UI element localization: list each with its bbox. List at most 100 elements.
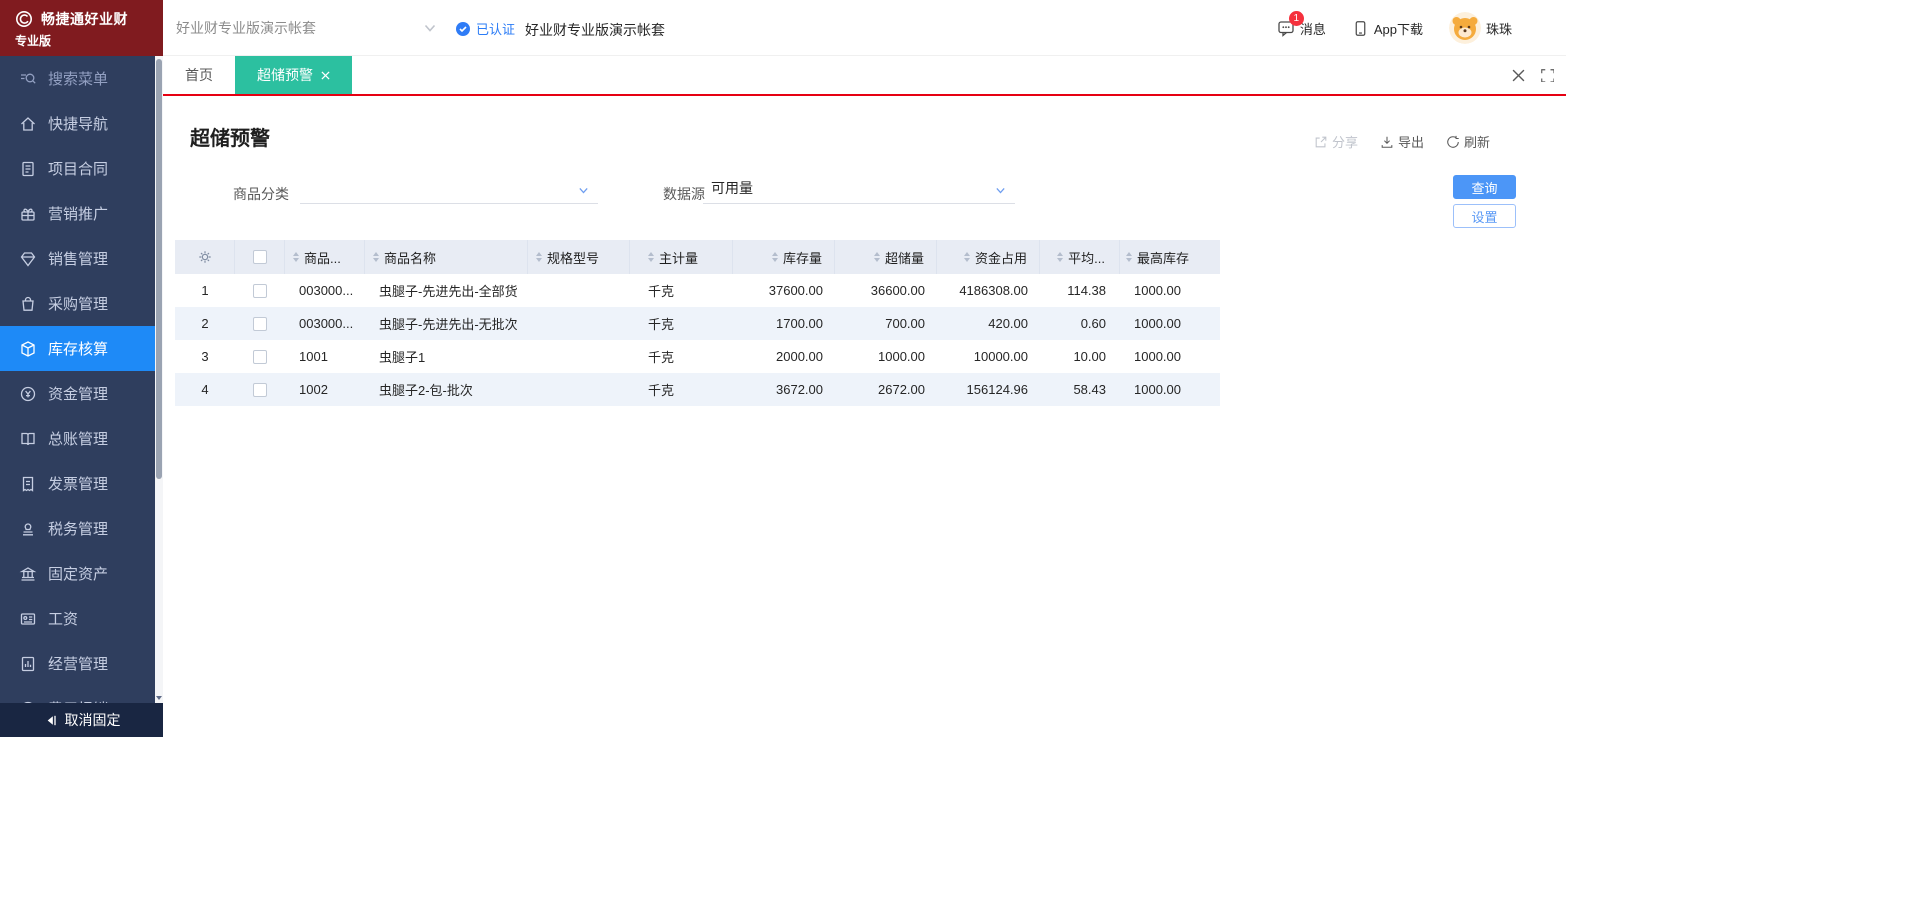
row-checkbox[interactable] [253, 349, 267, 364]
tab-home[interactable]: 首页 [163, 56, 235, 94]
cell-product-code: 003000... [299, 283, 354, 298]
cell-overstock-qty: 1000.00 [878, 349, 925, 364]
sort-icon[interactable] [648, 252, 654, 262]
sort-icon[interactable] [293, 252, 299, 262]
header-stock-qty[interactable]: 库存量 [733, 240, 835, 274]
tab-overstock-warning[interactable]: 超储预警 [235, 56, 352, 94]
message-icon: 1 [1277, 11, 1304, 37]
sidebar-item-inventory[interactable]: 库存核算 [0, 326, 163, 371]
cell-main-unit: 千克 [648, 383, 675, 398]
row-checkbox[interactable] [253, 382, 267, 397]
refresh-icon [1446, 135, 1460, 149]
phone-icon [1352, 20, 1369, 37]
header-average[interactable]: 平均... [1040, 240, 1120, 274]
export-label: 导出 [1397, 135, 1424, 150]
sort-icon[interactable] [536, 252, 542, 262]
category-select[interactable] [300, 162, 598, 204]
fullscreen-icon[interactable] [1540, 68, 1554, 82]
sort-icon[interactable] [873, 252, 880, 262]
cell-average: 0.60 [1080, 316, 1106, 331]
cell-funds-occupied: 10000.00 [973, 349, 1028, 364]
header-product-name[interactable]: 商品名称 [365, 240, 528, 274]
sidebar-item-quick-nav[interactable]: 快捷导航 [0, 101, 163, 146]
username: 珠珠 [1485, 21, 1512, 37]
header-spec-model[interactable]: 规格型号 [528, 240, 630, 274]
table-row[interactable]: 1 003000... 虫腿子-先进先出-全部货 千克 37600.00 366… [175, 274, 1220, 307]
cell-spec-model [528, 373, 630, 406]
sort-icon[interactable] [1126, 252, 1132, 262]
messages-button[interactable]: 1 消息 [1277, 11, 1326, 38]
sidebar-item-purchase[interactable]: 采购管理 [0, 281, 163, 326]
header-label: 资金占用 [974, 250, 1027, 266]
scrollbar-thumb[interactable] [156, 59, 162, 479]
coin-icon [19, 385, 37, 403]
cell-funds-occupied: 156124.96 [966, 382, 1028, 397]
settings-button[interactable]: 设置 [1453, 204, 1516, 228]
sort-icon[interactable] [1057, 252, 1064, 262]
cell-product-name: 虫腿子-先进先出-无批次 [379, 317, 518, 332]
cell-product-code: 1001 [299, 349, 328, 364]
sort-icon[interactable] [963, 252, 970, 262]
sidebar-item-fixed-assets[interactable]: 固定资产 [0, 551, 163, 596]
account-set-select[interactable]: 好业财专业版演示帐套 [176, 14, 438, 42]
app-download-button[interactable]: App下载 [1352, 19, 1423, 38]
header-funds-occupied[interactable]: 资金占用 [937, 240, 1040, 274]
tab-bar: 首页 超储预警 [163, 56, 1566, 94]
refresh-button[interactable]: 刷新 [1446, 132, 1490, 151]
datasource-select[interactable]: 可用量 [703, 162, 1015, 204]
cell-product-name: 虫腿子-先进先出-全部货 [379, 284, 518, 299]
sidebar-scrollbar[interactable] [155, 56, 163, 703]
header-overstock-qty[interactable]: 超储量 [835, 240, 937, 274]
table-row[interactable]: 3 1001 虫腿子1 千克 2000.00 1000.00 10000.00 … [175, 340, 1220, 373]
row-checkbox[interactable] [253, 283, 267, 298]
cell-main-unit: 千克 [648, 317, 675, 332]
cell-stock-qty: 2000.00 [776, 349, 823, 364]
sidebar-item-label: 搜索菜单 [48, 71, 109, 88]
sidebar-item-invoice[interactable]: 发票管理 [0, 461, 163, 506]
sidebar-item-reimburse[interactable]: 费用报销 [0, 686, 163, 703]
sidebar-item-label: 经营管理 [48, 656, 109, 673]
sort-icon[interactable] [771, 252, 778, 262]
close-icon[interactable] [1512, 69, 1525, 82]
cell-max-stock: 1000.00 [1134, 316, 1181, 331]
unpin-button[interactable]: 取消固定 [0, 703, 163, 737]
user-menu[interactable]: 珠珠 [1448, 12, 1512, 44]
row-checkbox[interactable] [253, 316, 267, 331]
sidebar-item-label: 库存核算 [48, 341, 109, 358]
cell-spec-model [528, 307, 630, 340]
unpin-label: 取消固定 [64, 712, 121, 728]
cell-max-stock: 1000.00 [1134, 382, 1181, 397]
table-row[interactable]: 4 1002 虫腿子2-包-批次 千克 3672.00 2672.00 1561… [175, 373, 1220, 406]
sidebar-item-ledger[interactable]: 总账管理 [0, 416, 163, 461]
sort-icon[interactable] [373, 252, 379, 262]
certified-badge: 已认证 [455, 19, 515, 38]
cell-product-code: 1002 [299, 382, 328, 397]
sidebar-item-tax[interactable]: 税务管理 [0, 506, 163, 551]
sidebar-item-payroll[interactable]: 工资 [0, 596, 163, 641]
cell-average: 58.43 [1073, 382, 1106, 397]
header-label: 规格型号 [547, 250, 600, 266]
header-max-stock[interactable]: 最高库存 [1120, 240, 1220, 274]
topbar-actions: 1 消息 App下载 珠珠 [1277, 0, 1512, 56]
header-product-code[interactable]: 商品... [285, 240, 365, 274]
query-button[interactable]: 查询 [1453, 175, 1516, 199]
share-button[interactable]: 分享 [1314, 132, 1358, 151]
select-all-checkbox[interactable] [252, 250, 267, 264]
tab-close-icon[interactable] [321, 70, 330, 80]
sidebar-item-project-contract[interactable]: 项目合同 [0, 146, 163, 191]
select-all-cell [235, 240, 285, 274]
sidebar-item-funds[interactable]: 资金管理 [0, 371, 163, 416]
row-number: 3 [201, 349, 209, 364]
table-header-row: 商品... 商品名称 规格型号 主计量 库存量 超储量 资金占用 平均... 最… [175, 240, 1220, 274]
sidebar-item-search-menu[interactable]: 搜索菜单 [0, 56, 163, 101]
table-row[interactable]: 2 003000... 虫腿子-先进先出-无批次 千克 1700.00 700.… [175, 307, 1220, 340]
header-main-unit[interactable]: 主计量 [630, 240, 733, 274]
gear-icon[interactable] [197, 249, 213, 265]
sidebar-item-marketing[interactable]: 营销推广 [0, 191, 163, 236]
sidebar-item-sales[interactable]: 销售管理 [0, 236, 163, 281]
category-filter-label: 商品分类 [233, 186, 289, 202]
app-download-label: App下载 [1373, 21, 1423, 37]
sidebar-item-operations[interactable]: 经营管理 [0, 641, 163, 686]
export-button[interactable]: 导出 [1380, 132, 1424, 151]
scroll-down-icon[interactable] [156, 696, 162, 700]
